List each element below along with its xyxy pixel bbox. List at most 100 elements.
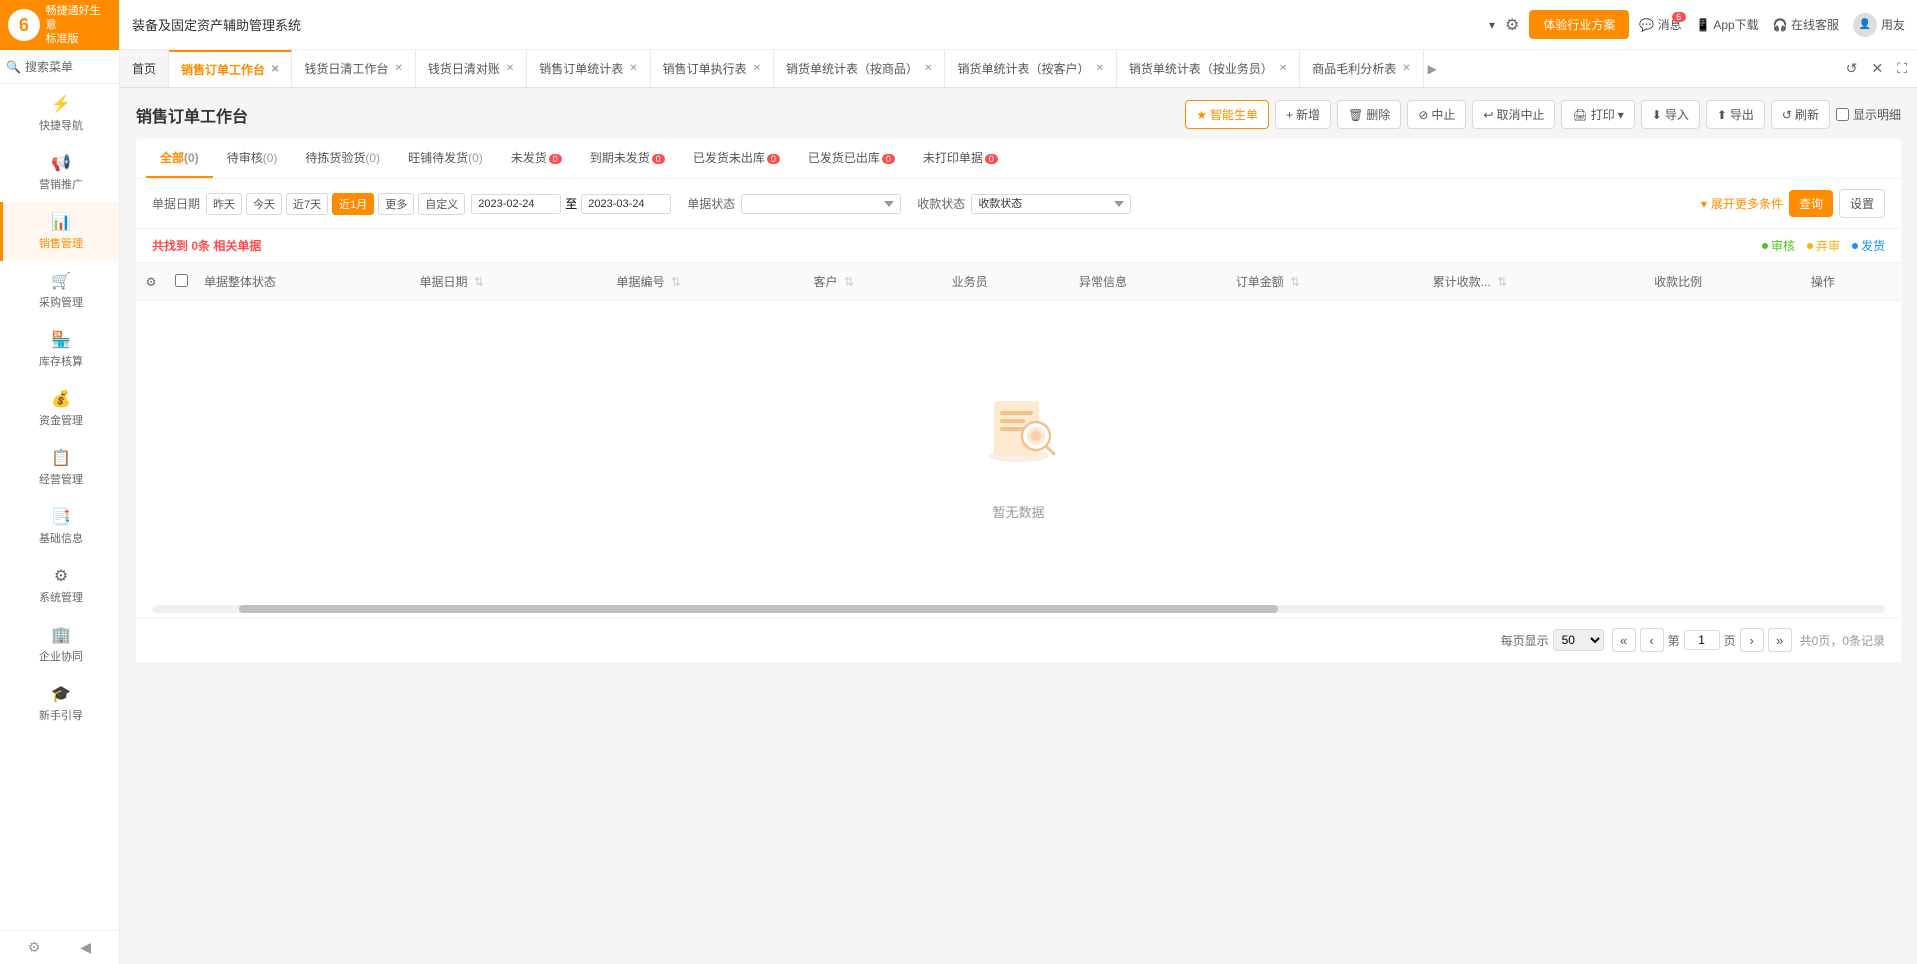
page-number-input[interactable] <box>1684 630 1720 650</box>
th-number[interactable]: 单据编号 ⇅ <box>609 263 806 301</box>
tab-close-cash-reconcile[interactable]: ✕ <box>506 63 514 74</box>
tab-home[interactable]: 首页 <box>120 50 169 88</box>
filter-tab-shipped-not-out[interactable]: 已发货未出库0 <box>679 139 794 178</box>
ship-link[interactable]: 发货 <box>1852 237 1885 254</box>
sort-customer-icon[interactable]: ⇅ <box>844 275 854 289</box>
smart-order-btn[interactable]: ★ 智能生单 <box>1185 100 1269 129</box>
date-end-input[interactable] <box>581 194 671 214</box>
tab-close-sales-stats[interactable]: ✕ <box>629 63 637 74</box>
industry-btn[interactable]: 体验行业方案 <box>1529 10 1629 39</box>
sort-number-icon[interactable]: ⇅ <box>671 275 681 289</box>
tab-cash-daily[interactable]: 钱货日清工作台 ✕ <box>292 50 415 88</box>
page-size-select[interactable]: 20 50 100 <box>1553 629 1604 651</box>
tabs-scroll-right[interactable]: ▶ <box>1424 62 1441 76</box>
cancel-stop-btn[interactable]: ↩ 取消中止 <box>1472 100 1555 129</box>
tab-close-sales-by-customer[interactable]: ✕ <box>1095 63 1103 74</box>
sidebar-item-marketing[interactable]: 📢 营销推广 <box>0 143 119 202</box>
th-collected[interactable]: 累计收款... ⇅ <box>1425 263 1646 301</box>
tab-sales-by-product[interactable]: 销货单统计表（按商品） ✕ <box>774 50 945 88</box>
query-btn[interactable]: 查询 <box>1789 190 1833 217</box>
show-detail-label[interactable]: 显示明细 <box>1836 106 1901 123</box>
sidebar-collapse-icon[interactable]: ◀ <box>80 939 91 956</box>
print-btn[interactable]: 🖨 打印 ▾ <box>1561 100 1634 129</box>
tab-sales-by-customer[interactable]: 销货单统计表（按客户） ✕ <box>945 50 1116 88</box>
sidebar-item-inventory[interactable]: 🏪 库存核算 <box>0 320 119 379</box>
tab-close-gross-margin[interactable]: ✕ <box>1402 63 1410 74</box>
th-date[interactable]: 单据日期 ⇅ <box>412 263 609 301</box>
refresh-btn[interactable]: ↺ 刷新 <box>1771 100 1830 129</box>
date-btn-custom[interactable]: 自定义 <box>418 193 465 215</box>
stop-btn[interactable]: ⊘ 中止 <box>1407 100 1466 129</box>
filter-tab-not-printed[interactable]: 未打印单据0 <box>909 139 1012 178</box>
sidebar-search[interactable]: 🔍 搜索菜单 <box>0 50 119 84</box>
sidebar-item-system[interactable]: ⚙ 系统管理 <box>0 556 119 615</box>
date-btn-7days[interactable]: 近7天 <box>286 193 328 215</box>
page-first-btn[interactable]: « <box>1612 628 1636 652</box>
tab-sales-stats[interactable]: 销售订单统计表 ✕ <box>527 50 650 88</box>
new-btn[interactable]: + 新增 <box>1275 100 1331 129</box>
sidebar-item-sales[interactable]: 📊 销售管理 <box>0 202 119 261</box>
topbar-settings-icon[interactable]: ⚙ <box>1505 15 1519 35</box>
sidebar-item-guide[interactable]: 🎓 新手引导 <box>0 674 119 733</box>
payment-select[interactable]: 收款状态 <box>971 194 1131 214</box>
page-last-btn[interactable]: » <box>1768 628 1792 652</box>
th-settings[interactable]: ⚙ <box>136 263 166 301</box>
tab-close-sales-exec[interactable]: ✕ <box>753 63 761 74</box>
expand-btn[interactable]: ▾ 展开更多条件 <box>1701 195 1783 212</box>
sidebar-item-enterprise[interactable]: 🏢 企业协同 <box>0 615 119 674</box>
show-detail-checkbox[interactable] <box>1836 108 1849 121</box>
sidebar-settings-icon[interactable]: ⚙ <box>28 939 41 956</box>
th-checkbox[interactable] <box>166 263 196 301</box>
sort-amount-icon[interactable]: ⇅ <box>1290 275 1300 289</box>
sidebar-item-finance[interactable]: 💰 资金管理 <box>0 379 119 438</box>
date-btn-more[interactable]: 更多 <box>378 193 414 215</box>
date-btn-today[interactable]: 今天 <box>246 193 282 215</box>
abandon-link[interactable]: 弃审 <box>1807 237 1840 254</box>
scrollbar-thumb[interactable] <box>239 605 1279 613</box>
filter-tab-all[interactable]: 全部(0) <box>146 139 213 178</box>
page-prev-btn[interactable]: ‹ <box>1640 628 1664 652</box>
filter-tab-pending-audit[interactable]: 待审核(0) <box>213 139 292 178</box>
date-start-input[interactable] <box>471 194 561 214</box>
tab-close-sales-by-product[interactable]: ✕ <box>924 63 932 74</box>
date-btn-1month[interactable]: 近1月 <box>332 193 374 215</box>
status-select[interactable] <box>741 194 901 214</box>
tab-close-sales-by-staff[interactable]: ✕ <box>1279 63 1287 74</box>
page-next-btn[interactable]: › <box>1740 628 1764 652</box>
tab-sales-workbench[interactable]: 销售订单工作台 ✕ <box>169 50 292 88</box>
tab-fullscreen-icon[interactable]: ⛶ <box>1891 58 1913 79</box>
sort-collected-icon[interactable]: ⇅ <box>1497 275 1507 289</box>
filter-tab-not-shipped[interactable]: 未发货0 <box>497 139 576 178</box>
export-btn[interactable]: ⬆ 导出 <box>1706 100 1765 129</box>
sidebar-item-basic-info[interactable]: 📑 基础信息 <box>0 497 119 556</box>
search-settings-btn[interactable]: 设置 <box>1839 189 1885 218</box>
tab-gross-margin[interactable]: 商品毛利分析表 ✕ <box>1300 50 1423 88</box>
th-customer[interactable]: 客户 ⇅ <box>805 263 943 301</box>
filter-tab-pending-check[interactable]: 待拣货验货(0) <box>291 139 394 178</box>
date-btn-yesterday[interactable]: 昨天 <box>206 193 242 215</box>
tab-close-cash-daily[interactable]: ✕ <box>394 63 402 74</box>
sidebar-item-operations[interactable]: 📋 经营管理 <box>0 438 119 497</box>
filter-tab-shipped-out[interactable]: 已发货已出库0 <box>794 139 909 178</box>
select-all-checkbox[interactable] <box>175 274 188 287</box>
sort-date-icon[interactable]: ⇅ <box>474 275 484 289</box>
import-btn[interactable]: ⬇ 导入 <box>1641 100 1700 129</box>
audit-link[interactable]: 审核 <box>1762 237 1795 254</box>
tab-sales-exec[interactable]: 销售订单执行表 ✕ <box>651 50 774 88</box>
user-menu[interactable]: 👤 用友 <box>1853 13 1905 37</box>
sidebar-item-quick-nav[interactable]: ⚡ 快捷导航 <box>0 84 119 143</box>
delete-btn[interactable]: 🗑 删除 <box>1337 100 1401 129</box>
tab-refresh-icon[interactable]: ↺ <box>1840 58 1864 79</box>
scrollbar-track[interactable] <box>152 605 1885 613</box>
message-badge[interactable]: 💬 6 消息 <box>1639 16 1681 33</box>
tab-close-sales-workbench[interactable]: ✕ <box>271 64 279 75</box>
app-download[interactable]: 📱 App下载 <box>1696 16 1759 33</box>
tab-close-all-icon[interactable]: ✕ <box>1865 58 1889 79</box>
th-amount[interactable]: 订单金额 ⇅ <box>1228 263 1425 301</box>
filter-tab-wangpu[interactable]: 旺铺待发货(0) <box>394 139 497 178</box>
system-dropdown[interactable]: ▾ <box>1489 18 1495 32</box>
tab-sales-by-staff[interactable]: 销货单统计表（按业务员） ✕ <box>1117 50 1300 88</box>
online-service[interactable]: 🎧 在线客服 <box>1773 16 1839 33</box>
filter-tab-expired[interactable]: 到期未发货0 <box>576 139 679 178</box>
tab-cash-reconcile[interactable]: 钱货日清对账 ✕ <box>416 50 527 88</box>
